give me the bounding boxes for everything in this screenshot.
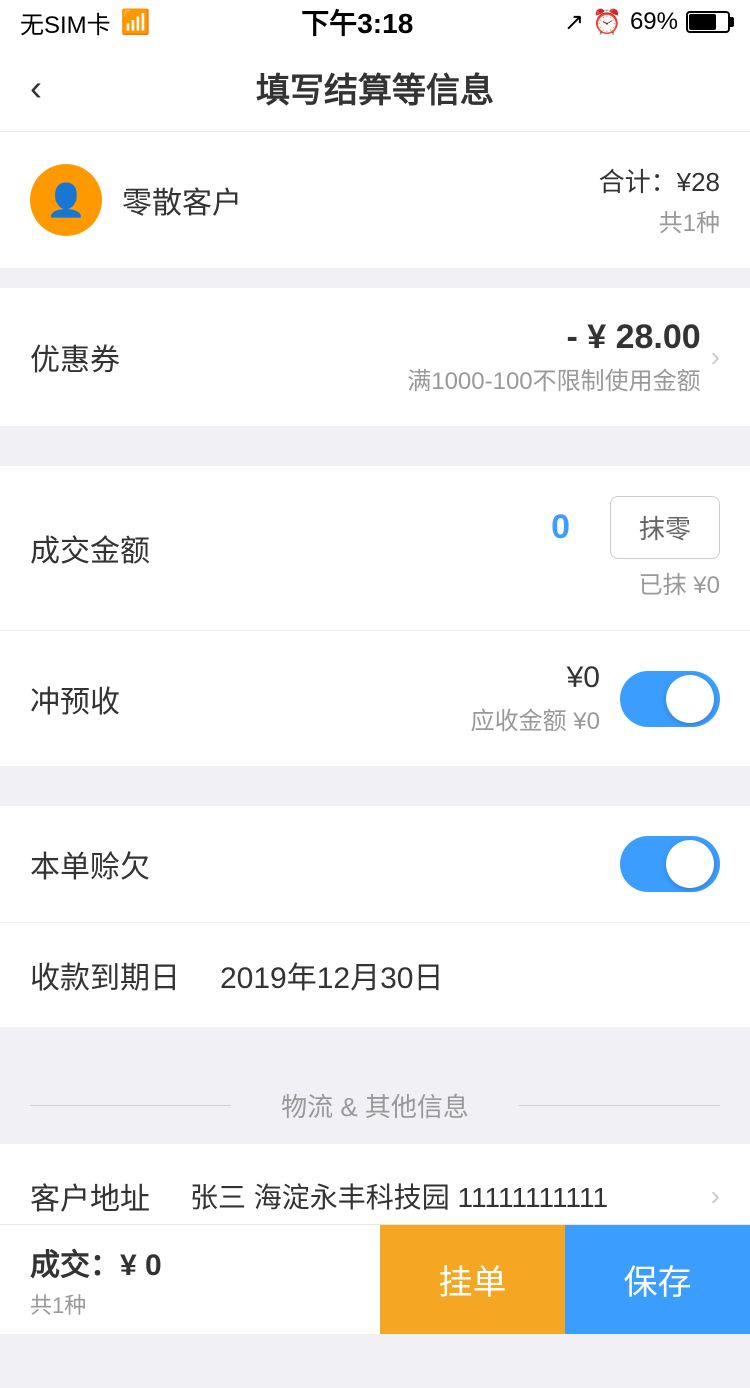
alarm-icon: ⏰	[592, 8, 622, 37]
logistics-header: 物流 & 其他信息	[0, 1067, 750, 1144]
divider-2	[0, 786, 750, 806]
location-icon: ↗	[564, 8, 584, 37]
prepaid-right: ¥0 应收金额 ¥0	[471, 661, 720, 736]
debt-right	[620, 836, 720, 892]
prepaid-value: ¥0	[471, 661, 600, 695]
status-bar: 无SIM卡 📶 下午3:18 ↗ ⏰ 69%	[0, 0, 750, 44]
bottom-deal-row: 成交：¥ 0	[30, 1240, 350, 1284]
coupon-desc: 满1000-100不限制使用金额	[407, 361, 700, 396]
signal-text: 无SIM卡	[20, 5, 111, 40]
due-date-row: 收款到期日 2019年12月30日	[0, 923, 750, 1027]
toggle-knob	[666, 675, 714, 723]
coupon-label: 优惠券	[30, 335, 120, 379]
battery-text: 69%	[630, 8, 678, 36]
save-button[interactable]: 保存	[565, 1225, 750, 1334]
battery-icon	[686, 11, 730, 33]
deal-amount-section: 成交金额 0 抹零 已抹 ¥0 冲预收 ¥0 应收金额 ¥0	[0, 466, 750, 766]
address-chevron-icon: ›	[711, 1180, 720, 1212]
bottom-deal-label: 成交：	[30, 1249, 120, 1282]
deal-amount-right: 0 抹零 已抹 ¥0	[551, 496, 720, 600]
divider-3	[0, 1047, 750, 1067]
due-date-label: 收款到期日	[30, 953, 190, 997]
debt-row: 本单赊欠	[0, 806, 750, 923]
prepaid-label: 冲预收	[30, 677, 190, 721]
coupon-row[interactable]: 优惠券 - ¥ 28.00 满1000-100不限制使用金额 ›	[0, 288, 750, 426]
debt-toggle-knob	[666, 840, 714, 888]
bottom-count: 共1种	[30, 1288, 350, 1320]
back-button[interactable]: ‹	[30, 57, 52, 119]
round-zero-button[interactable]: 抹零	[610, 496, 720, 559]
deal-amount-row: 成交金额 0 抹零 已抹 ¥0	[0, 466, 750, 631]
debt-section: 本单赊欠 收款到期日 2019年12月30日	[0, 806, 750, 1027]
customer-left: 👤 零散客户	[30, 164, 242, 236]
logistics-label: 物流 & 其他信息	[281, 1087, 469, 1124]
status-left: 无SIM卡 📶	[20, 5, 151, 40]
avatar-icon: 👤	[46, 181, 86, 219]
status-right: ↗ ⏰ 69%	[564, 8, 730, 37]
due-date-value: 2019年12月30日	[220, 953, 443, 997]
address-value: 张三 海淀永丰科技园 11111111111	[150, 1176, 701, 1216]
deal-amount-value: 0	[551, 508, 570, 547]
address-label: 客户地址	[30, 1174, 150, 1218]
bottom-info: 成交：¥ 0 共1种	[0, 1225, 380, 1334]
debt-label: 本单赊欠	[30, 842, 190, 886]
total-count: 共1种	[599, 203, 720, 238]
wifi-icon: 📶	[121, 8, 151, 37]
customer-name: 零散客户	[122, 178, 242, 222]
coupon-amount: - ¥ 28.00	[407, 318, 700, 357]
hang-order-button[interactable]: 挂单	[380, 1225, 565, 1334]
customer-avatar: 👤	[30, 164, 102, 236]
coupon-section[interactable]: 优惠券 - ¥ 28.00 满1000-100不限制使用金额 ›	[0, 288, 750, 426]
debt-toggle[interactable]	[620, 836, 720, 892]
bottom-bar: 成交：¥ 0 共1种 挂单 保存	[0, 1224, 750, 1334]
nav-title: 填写结算等信息	[256, 63, 494, 112]
deal-amount-sub: 已抹 ¥0	[551, 565, 720, 600]
coupon-right: - ¥ 28.00 满1000-100不限制使用金额 ›	[407, 318, 720, 396]
prepaid-row: 冲预收 ¥0 应收金额 ¥0	[0, 631, 750, 766]
logistics-line-right	[519, 1105, 720, 1106]
customer-section: 👤 零散客户 合计：¥28 共1种	[0, 132, 750, 268]
deal-amount-label: 成交金额	[30, 526, 190, 570]
prepaid-sub: 应收金额 ¥0	[471, 701, 600, 736]
logistics-line-left	[30, 1105, 231, 1106]
total-amount: 合计：¥28	[599, 162, 720, 199]
bottom-deal-value: ¥ 0	[120, 1249, 162, 1282]
nav-bar: ‹ 填写结算等信息	[0, 44, 750, 132]
prepaid-toggle[interactable]	[620, 671, 720, 727]
chevron-right-icon: ›	[711, 341, 720, 373]
status-time: 下午3:18	[301, 2, 413, 42]
divider-1	[0, 446, 750, 466]
customer-right: 合计：¥28 共1种	[599, 162, 720, 238]
